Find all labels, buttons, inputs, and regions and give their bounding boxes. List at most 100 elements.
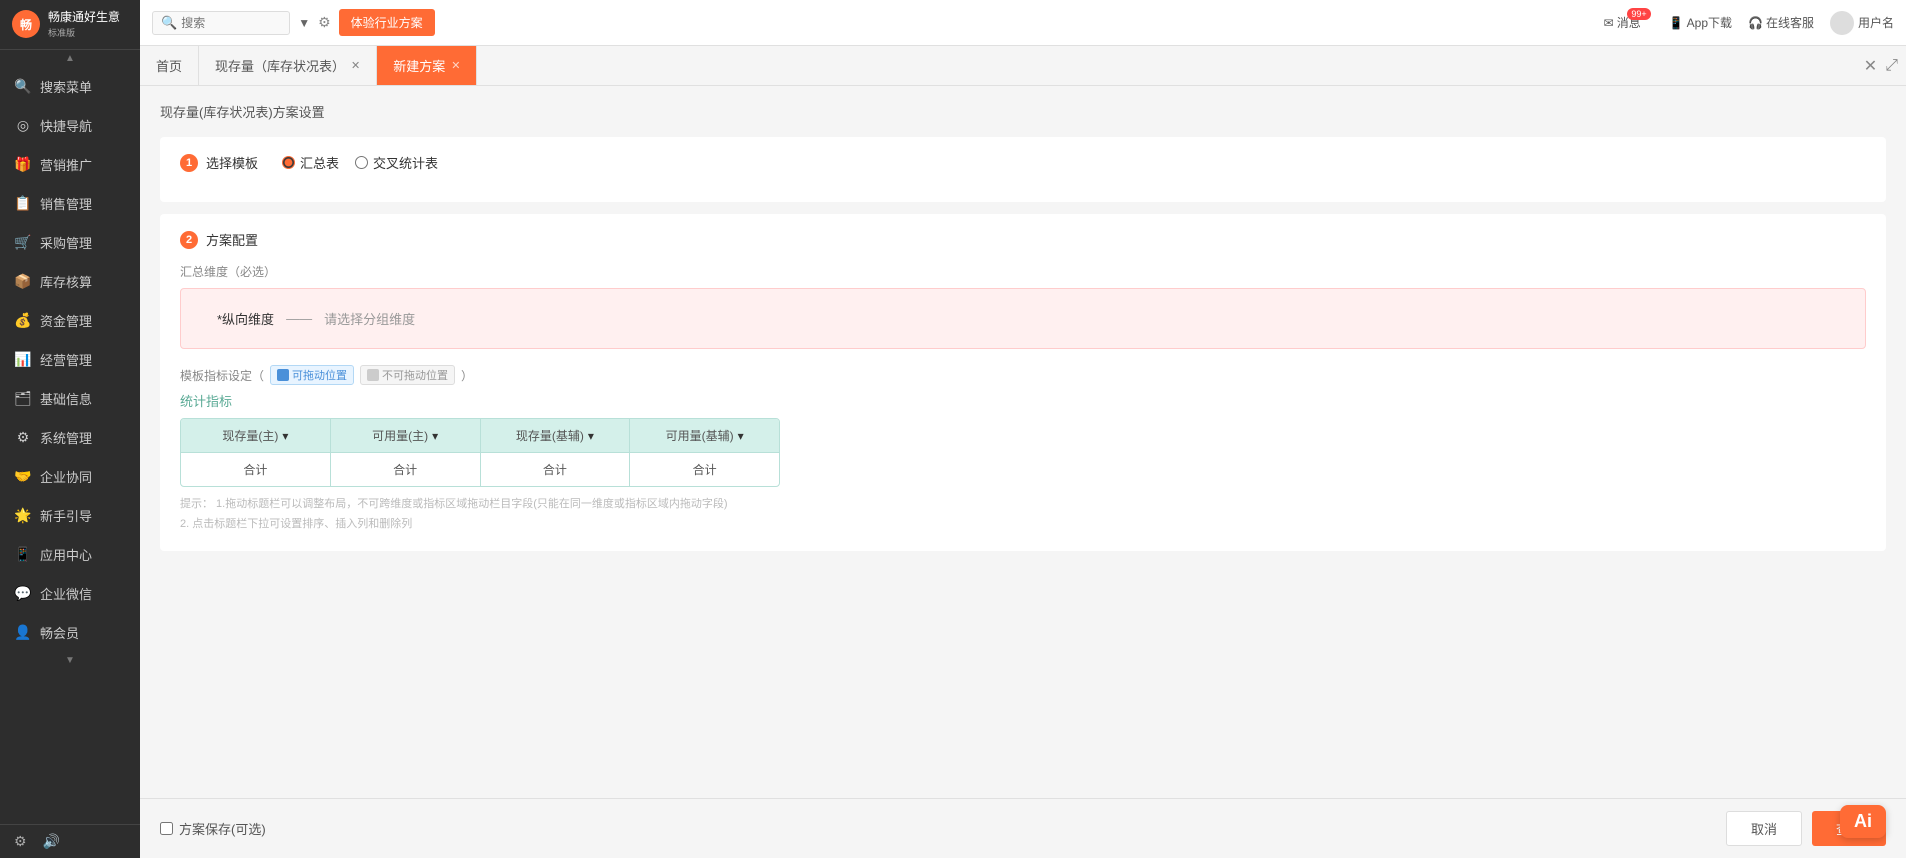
- sidebar-item-label: 企业微信: [40, 584, 92, 603]
- sidebar-item-app-center[interactable]: 📱 应用中心: [0, 535, 140, 574]
- sidebar-item-purchase[interactable]: 🛒 采购管理: [0, 223, 140, 262]
- stats-col-0-label: 现存量(主): [222, 427, 278, 444]
- topbar-right: ✉ 消息 99+ 📱 App下载 🎧 在线客服 用户名: [1604, 11, 1894, 35]
- search-menu-icon: 🔍: [14, 77, 32, 95]
- sidebar-item-label: 采购管理: [40, 233, 92, 252]
- tab-new-plan[interactable]: 新建方案 ✕: [377, 46, 477, 85]
- stats-header-cell-2[interactable]: 现存量(基辅) ▾: [481, 419, 631, 452]
- sidebar-scroll-down[interactable]: ▼: [0, 652, 140, 669]
- user-menu[interactable]: 用户名: [1830, 11, 1894, 35]
- dimension-required-label: 汇总维度（必选）: [180, 263, 1866, 280]
- tip-2: 2. 点击标题栏下拉可设置排序、插入列和删除列: [180, 515, 1866, 535]
- sidebar-item-sales[interactable]: 📋 销售管理: [0, 184, 140, 223]
- stats-header-row: 现存量(主) ▾ 可用量(主) ▾ 现存量(基辅) ▾ 可用量(基辅): [181, 419, 779, 452]
- col-0-dropdown-icon[interactable]: ▾: [282, 429, 288, 443]
- tab-home[interactable]: 首页: [140, 46, 199, 85]
- headset-icon: 🎧: [1748, 16, 1763, 30]
- tab-inventory-close-icon[interactable]: ✕: [351, 59, 360, 72]
- col-1-dropdown-icon[interactable]: ▾: [432, 429, 438, 443]
- save-checkbox-input[interactable]: [160, 822, 173, 835]
- footer-bar: 方案保存(可选) 取消 查询: [140, 798, 1906, 858]
- sidebar-item-search-menu[interactable]: 🔍 搜索菜单: [0, 67, 140, 106]
- sidebar-item-basic-info[interactable]: 🗂 基础信息: [0, 379, 140, 418]
- step2-number: 2: [180, 231, 198, 249]
- tab-new-plan-close-icon[interactable]: ✕: [451, 59, 460, 72]
- page-title: 现存量(库存状况表)方案设置: [160, 102, 1886, 121]
- audio-icon[interactable]: 🔊: [43, 833, 60, 850]
- finance-icon: 💰: [14, 311, 32, 329]
- sales-icon: 📋: [14, 194, 32, 212]
- sidebar-item-label: 快捷导航: [40, 116, 92, 135]
- sidebar-item-label: 基础信息: [40, 389, 92, 408]
- sidebar-bottom: ⚙ 🔊: [0, 824, 140, 858]
- sidebar-item-finance[interactable]: 💰 资金管理: [0, 301, 140, 340]
- sidebar-item-system[interactable]: ⚙ 系统管理: [0, 418, 140, 457]
- stats-body-cell-0-3: 合计: [630, 453, 779, 486]
- radio-cross-label: 交叉统计表: [373, 153, 438, 172]
- settings-icon[interactable]: ⚙: [14, 833, 27, 850]
- stats-col-2-label: 现存量(基辅): [516, 427, 584, 444]
- stats-col-1-label: 可用量(主): [372, 427, 428, 444]
- step2-label: 方案配置: [206, 230, 258, 249]
- step2-section: 2 方案配置 汇总维度（必选） *纵向维度 —— 请选择分组维度 模板指标设定（: [160, 214, 1886, 551]
- avatar: [1830, 11, 1854, 35]
- sidebar-item-members[interactable]: 👤 畅会员: [0, 613, 140, 652]
- sidebar-item-label: 新手引导: [40, 506, 92, 525]
- tab-expand-icon[interactable]: ⤢: [1885, 57, 1898, 75]
- save-checkbox[interactable]: 方案保存(可选): [160, 819, 266, 838]
- members-icon: 👤: [14, 623, 32, 641]
- sidebar-item-wechat[interactable]: 💬 企业微信: [0, 574, 140, 613]
- topbar-gear-icon[interactable]: ⚙: [318, 14, 331, 31]
- guide-icon: 🌟: [14, 506, 32, 524]
- system-icon: ⚙: [14, 428, 32, 446]
- cancel-button[interactable]: 取消: [1726, 811, 1802, 846]
- vertical-dimension-label: *纵向维度: [217, 309, 274, 328]
- tip-1: 提示： 1.拖动标题栏可以调整布局，不可跨维度或指标区域拖动栏目字段(只能在同一…: [180, 495, 1866, 515]
- online-service-button[interactable]: 🎧 在线客服: [1748, 14, 1814, 31]
- col-2-dropdown-icon[interactable]: ▾: [588, 429, 594, 443]
- sidebar-item-label: 搜索菜单: [40, 77, 92, 96]
- message-icon: ✉: [1604, 16, 1614, 30]
- sidebar-item-label: 销售管理: [40, 194, 92, 213]
- non-draggable-label: 不可拖动位置: [382, 367, 448, 383]
- radio-cross-input[interactable]: [355, 156, 368, 169]
- sidebar-item-label: 资金管理: [40, 311, 92, 330]
- app-name-block: 畅康通好生意 标准版: [48, 10, 120, 39]
- tips-section: 提示： 1.拖动标题栏可以调整布局，不可跨维度或指标区域拖动栏目字段(只能在同一…: [180, 495, 1866, 535]
- app-edition: 标准版: [48, 26, 120, 39]
- sidebar-item-cooperation[interactable]: 🤝 企业协同: [0, 457, 140, 496]
- radio-cross[interactable]: 交叉统计表: [355, 153, 438, 172]
- step1-header: 1 选择模板 汇总表 交叉统计表: [180, 153, 1866, 172]
- tab-inventory-status[interactable]: 现存量（库存状况表） ✕: [199, 46, 377, 85]
- sidebar-item-quick-nav[interactable]: ◎ 快捷导航: [0, 106, 140, 145]
- sidebar-item-guide[interactable]: 🌟 新手引导: [0, 496, 140, 535]
- search-input[interactable]: [181, 16, 281, 30]
- col-3-dropdown-icon[interactable]: ▾: [738, 429, 744, 443]
- step1-label: 选择模板: [206, 153, 258, 172]
- ai-badge[interactable]: Ai: [1840, 805, 1886, 838]
- tab-close-action-icon[interactable]: ✕: [1864, 56, 1877, 76]
- radio-summary-input[interactable]: [282, 156, 295, 169]
- trial-button[interactable]: 体验行业方案: [339, 9, 435, 36]
- radio-summary[interactable]: 汇总表: [282, 153, 339, 172]
- stats-body-cell-0-0: 合计: [181, 453, 331, 486]
- sidebar-item-marketing[interactable]: 🎁 营销推广: [0, 145, 140, 184]
- marketing-icon: 🎁: [14, 155, 32, 173]
- stats-header-cell-3[interactable]: 可用量(基辅) ▾: [630, 419, 779, 452]
- sidebar-item-inventory[interactable]: 📦 库存核算: [0, 262, 140, 301]
- app-download-label: App下载: [1687, 14, 1732, 31]
- stats-header-cell-1[interactable]: 可用量(主) ▾: [331, 419, 481, 452]
- stats-header-cell-0[interactable]: 现存量(主) ▾: [181, 419, 331, 452]
- sidebar-logo: 畅 畅康通好生意 标准版: [0, 0, 140, 50]
- tab-home-label: 首页: [156, 56, 182, 75]
- wechat-icon: 💬: [14, 584, 32, 602]
- operations-icon: 📊: [14, 350, 32, 368]
- sidebar-scroll-up[interactable]: ▲: [0, 50, 140, 67]
- message-button[interactable]: ✉ 消息 99+: [1604, 14, 1641, 31]
- app-download-button[interactable]: 📱 App下载: [1669, 14, 1732, 31]
- sidebar-item-operations[interactable]: 📊 经营管理: [0, 340, 140, 379]
- search-dropdown-toggle[interactable]: ▼: [298, 16, 310, 30]
- search-box[interactable]: 🔍: [152, 11, 290, 35]
- stats-body-cell-0-1: 合计: [331, 453, 481, 486]
- sidebar-item-label: 畅会员: [40, 623, 79, 642]
